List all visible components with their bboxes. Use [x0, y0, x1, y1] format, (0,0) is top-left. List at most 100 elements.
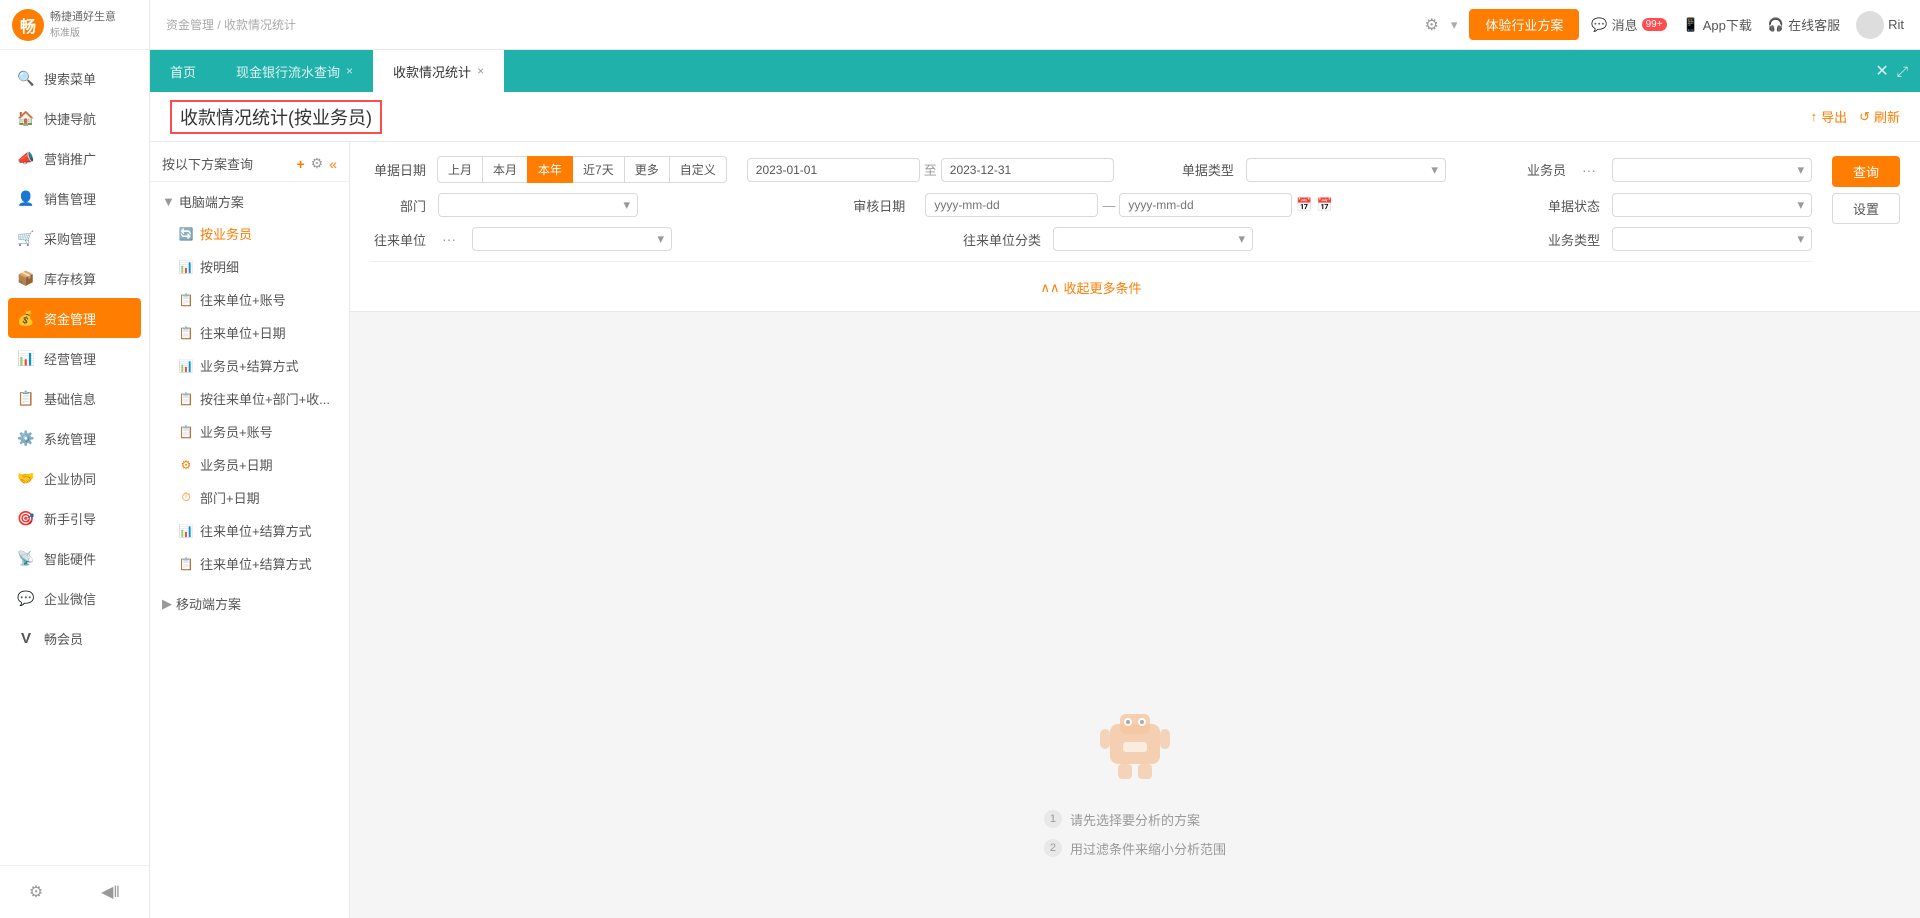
inventory-icon: 📦 — [16, 268, 36, 288]
export-button[interactable]: ↑ 导出 — [1811, 107, 1848, 126]
review-date-label: 审核日期 — [849, 196, 905, 215]
sales-date-icon: ⚙ — [178, 457, 194, 473]
online-service-label: 在线客服 — [1788, 15, 1840, 34]
left-panel: 按以下方案查询 + ⚙ « ▼ 电脑端方案 🔄 按业务员 📊 — [150, 142, 350, 918]
voucher-status-select[interactable] — [1612, 193, 1812, 217]
sidebar-item-purchase[interactable]: 🛒 采购管理 — [0, 218, 149, 258]
tab-bank-flow-close[interactable]: × — [346, 64, 353, 78]
page-header-right: ↑ 导出 ↺ 刷新 — [1811, 107, 1900, 126]
sidebar-item-finance[interactable]: 💰 资金管理 — [8, 298, 141, 338]
counterparty-select[interactable] — [472, 227, 672, 251]
scheme-item-partner-account[interactable]: 📋 往来单位+账号 — [150, 283, 349, 316]
pc-scheme-group-header[interactable]: ▼ 电脑端方案 — [150, 186, 349, 217]
dept-label: 部门 — [370, 196, 426, 215]
tabbar-close-icon[interactable]: ✕ — [1875, 61, 1888, 81]
counterparty-more-btn[interactable]: ··· — [438, 231, 460, 247]
scheme-item-partner-dept-recv[interactable]: 📋 按往来单位+部门+收... — [150, 382, 349, 415]
scheme-item-sales-date[interactable]: ⚙ 业务员+日期 — [150, 448, 349, 481]
query-buttons: 查询 设置 — [1832, 156, 1900, 224]
tabbar: 首页 现金银行流水查询 × 收款情况统计 × ✕ ⤢ — [150, 50, 1920, 92]
scheme-item-detail[interactable]: 📊 按明细 — [150, 250, 349, 283]
sidebar-item-enterprise[interactable]: 🤝 企业协同 — [0, 458, 149, 498]
scheme-item-salesperson[interactable]: 🔄 按业务员 — [150, 217, 349, 250]
page-title: 收款情况统计(按业务员) — [170, 100, 382, 134]
sidebar-item-marketing[interactable]: 📣 营销推广 — [0, 138, 149, 178]
scheme-item-dept-date[interactable]: ⏱ 部门+日期 — [150, 481, 349, 514]
date-to-input[interactable] — [941, 158, 1114, 182]
purchase-icon: 🛒 — [16, 228, 36, 248]
sidebar-item-search-menu[interactable]: 🔍 搜索菜单 — [0, 58, 149, 98]
add-scheme-button[interactable]: + — [296, 156, 304, 172]
voucher-type-select[interactable] — [1246, 158, 1446, 182]
review-date-group: — 📅 📅 — [925, 193, 1332, 217]
scheme-item-partner-settlement1[interactable]: 📊 往来单位+结算方式 — [150, 514, 349, 547]
tabbar-expand-icon[interactable]: ⤢ — [1897, 63, 1908, 80]
scheme-item-partner-date[interactable]: 📋 往来单位+日期 — [150, 316, 349, 349]
user-avatar — [1856, 11, 1884, 39]
salesperson-more-btn[interactable]: ··· — [1578, 162, 1600, 178]
scheme-item-sales-account[interactable]: 📋 业务员+账号 — [150, 415, 349, 448]
sidebar-item-inventory[interactable]: 📦 库存核算 — [0, 258, 149, 298]
sidebar-item-quick-nav[interactable]: 🏠 快捷导航 — [0, 98, 149, 138]
refresh-button[interactable]: ↺ 刷新 — [1859, 107, 1900, 126]
tab-bank-flow[interactable]: 现金银行流水查询 × — [216, 50, 373, 92]
mobile-scheme-group: ▶ 移动端方案 — [150, 584, 349, 623]
date-btn-more[interactable]: 更多 — [624, 156, 670, 183]
dept-select[interactable] — [438, 193, 638, 217]
date-from-input[interactable] — [747, 158, 920, 182]
sidebar-item-label: 系统管理 — [44, 429, 96, 448]
trial-button[interactable]: 体验行业方案 — [1469, 9, 1579, 40]
gear-icon[interactable]: ⚙ — [1425, 15, 1439, 35]
business-type-label: 业务类型 — [1544, 230, 1600, 249]
sidebar-item-smart-hw[interactable]: 📡 智能硬件 — [0, 538, 149, 578]
voucher-type-select-wrapper — [1246, 158, 1446, 182]
review-date-from[interactable] — [925, 193, 1098, 217]
date-btn-this-year[interactable]: 本年 — [527, 156, 573, 183]
sidebar-item-label: 营销推广 — [44, 149, 96, 168]
online-service-item[interactable]: 🎧 在线客服 — [1768, 15, 1840, 34]
content-area: 按以下方案查询 + ⚙ « ▼ 电脑端方案 🔄 按业务员 📊 — [150, 142, 1920, 918]
query-button[interactable]: 查询 — [1832, 156, 1900, 187]
sidebar-item-system[interactable]: ⚙️ 系统管理 — [0, 418, 149, 458]
collapse-icon: ∧∧ — [1040, 280, 1059, 296]
settings-button[interactable]: 设置 — [1832, 193, 1900, 224]
sidebar-item-operations[interactable]: 📊 经营管理 — [0, 338, 149, 378]
date-btn-last-month[interactable]: 上月 — [437, 156, 483, 183]
dropdown-icon[interactable]: ▾ — [1451, 17, 1458, 33]
sidebar-settings-btn[interactable]: ⚙ — [23, 876, 49, 908]
calendar-icon-to[interactable]: 📅 — [1317, 197, 1333, 213]
member-icon: V — [16, 628, 36, 648]
salesperson-select[interactable] — [1612, 158, 1812, 182]
app-download-item[interactable]: 📱 App下载 — [1683, 15, 1752, 34]
scheme-item-sales-settlement[interactable]: 📊 业务员+结算方式 — [150, 349, 349, 382]
scheme-item-partner-settlement2[interactable]: 📋 往来单位+结算方式 — [150, 547, 349, 580]
user-item[interactable]: Rit — [1856, 11, 1904, 39]
business-type-select[interactable] — [1612, 227, 1812, 251]
review-date-to[interactable] — [1119, 193, 1292, 217]
counterparty-select-wrapper — [472, 227, 672, 251]
sales-account-icon: 📋 — [178, 424, 194, 440]
sidebar-item-member[interactable]: V 畅会员 — [0, 618, 149, 658]
calendar-icon-from[interactable]: 📅 — [1296, 197, 1312, 213]
business-type-select-wrapper — [1612, 227, 1812, 251]
date-label: 单据日期 — [370, 160, 426, 179]
sidebar-item-sales[interactable]: 👤 销售管理 — [0, 178, 149, 218]
message-item[interactable]: 💬 消息 99+ — [1591, 15, 1666, 34]
date-btn-this-month[interactable]: 本月 — [482, 156, 528, 183]
tab-receipt-stats[interactable]: 收款情况统计 × — [373, 50, 504, 92]
sidebar-item-basic-info[interactable]: 📋 基础信息 — [0, 378, 149, 418]
scheme-settings-icon[interactable]: ⚙ — [311, 155, 324, 172]
tab-receipt-stats-close[interactable]: × — [477, 64, 484, 78]
tab-home[interactable]: 首页 — [150, 50, 216, 92]
page-header: 收款情况统计(按业务员) ↑ 导出 ↺ 刷新 — [150, 92, 1920, 142]
date-btn-last-7days[interactable]: 近7天 — [572, 156, 625, 183]
mobile-scheme-group-header[interactable]: ▶ 移动端方案 — [150, 588, 349, 619]
collapse-panel-icon[interactable]: « — [329, 156, 337, 172]
counterparty-type-select[interactable] — [1053, 227, 1253, 251]
sidebar-item-wechat[interactable]: 💬 企业微信 — [0, 578, 149, 618]
date-btn-custom[interactable]: 自定义 — [669, 156, 727, 183]
main-area: 资金管理 / 收款情况统计 ⚙ ▾ 体验行业方案 💬 消息 99+ 📱 App下… — [150, 0, 1920, 918]
collapse-button[interactable]: ∧∧ 收起更多条件 — [1040, 270, 1141, 297]
sidebar-collapse-btn[interactable]: ◀‖ — [95, 876, 126, 908]
sidebar-item-newbie[interactable]: 🎯 新手引导 — [0, 498, 149, 538]
